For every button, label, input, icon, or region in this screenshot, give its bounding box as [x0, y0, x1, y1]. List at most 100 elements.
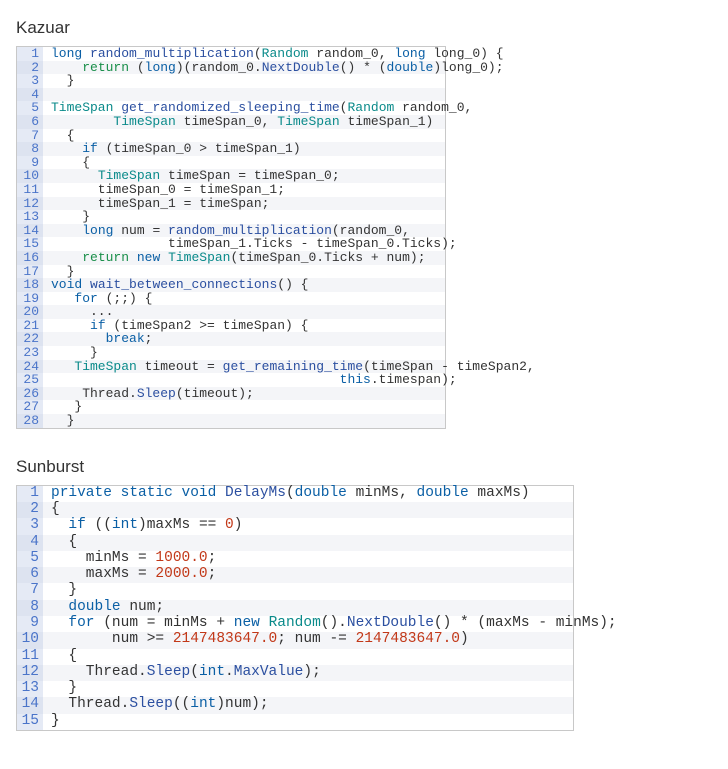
code-line: 1long random_multiplication(Random rando… [17, 47, 445, 61]
code-line: 7 { [17, 129, 445, 143]
code-line: 26 Thread.Sleep(timeout); [17, 387, 445, 401]
code-line: 4 [17, 88, 445, 102]
line-number: 13 [17, 681, 43, 697]
code-content: Thread.Sleep((int)num); [43, 697, 573, 713]
line-number: 20 [17, 305, 43, 319]
code-content: timeSpan_0 = timeSpan_1; [43, 183, 445, 197]
code-line: 20 ... [17, 305, 445, 319]
code-content: double num; [43, 600, 573, 616]
code-line: 12 Thread.Sleep(int.MaxValue); [17, 665, 573, 681]
code-line: 3 if ((int)maxMs == 0) [17, 518, 573, 534]
code-line: 19 for (;;) { [17, 292, 445, 306]
code-line: 13 } [17, 681, 573, 697]
code-content: minMs = 1000.0; [43, 551, 573, 567]
code-line: 15 timeSpan_1.Ticks - timeSpan_0.Ticks); [17, 237, 445, 251]
code-content: num >= 2147483647.0; num -= 2147483647.0… [43, 632, 573, 648]
code-content: long num = random_multiplication(random_… [43, 224, 445, 238]
code-content: TimeSpan timeout = get_remaining_time(ti… [43, 360, 447, 374]
line-number: 28 [17, 414, 43, 428]
code-content: private static void DelayMs(double minMs… [43, 486, 573, 502]
code-content: for (num = minMs + new Random().NextDoub… [43, 616, 575, 632]
line-number: 5 [17, 101, 43, 115]
code-line: 8 if (timeSpan_0 > timeSpan_1) [17, 142, 445, 156]
line-number: 10 [17, 632, 43, 648]
line-number: 12 [17, 665, 43, 681]
line-number: 23 [17, 346, 43, 360]
line-number: 3 [17, 74, 43, 88]
line-number: 4 [17, 88, 43, 102]
code-content: { [43, 156, 445, 170]
code-line: 11 { [17, 649, 573, 665]
code-content [43, 88, 445, 102]
code-content: timeSpan_1.Ticks - timeSpan_0.Ticks); [43, 237, 447, 251]
code-content: this.timespan); [43, 373, 447, 387]
code-line: 17 } [17, 265, 445, 279]
line-number: 1 [17, 47, 43, 61]
code-line: 12 timeSpan_1 = timeSpan; [17, 197, 445, 211]
line-number: 14 [17, 697, 43, 713]
code-line: 25 this.timespan); [17, 373, 445, 387]
code-content: break; [43, 332, 445, 346]
line-number: 13 [17, 210, 43, 224]
code-line: 6 TimeSpan timeSpan_0, TimeSpan timeSpan… [17, 115, 445, 129]
code-content: { [43, 649, 573, 665]
code-content: } [43, 265, 445, 279]
code-content: if (timeSpan2 >= timeSpan) { [43, 319, 445, 333]
code-line: 3 } [17, 74, 445, 88]
code-content: } [43, 414, 445, 428]
line-number: 24 [17, 360, 43, 374]
line-number: 5 [17, 551, 43, 567]
code-content: } [43, 210, 445, 224]
code-content: { [43, 502, 573, 518]
line-number: 6 [17, 567, 43, 583]
code-line: 11 timeSpan_0 = timeSpan_1; [17, 183, 445, 197]
code-line: 23 } [17, 346, 445, 360]
code-content: TimeSpan timeSpan_0, TimeSpan timeSpan_1… [43, 115, 445, 129]
code-line: 5 minMs = 1000.0; [17, 551, 573, 567]
code-line: 15} [17, 714, 573, 730]
line-number: 17 [17, 265, 43, 279]
code-content: ... [43, 305, 445, 319]
code-line: 22 break; [17, 332, 445, 346]
sunburst-code-block: 1private static void DelayMs(double minM… [16, 485, 574, 731]
line-number: 3 [17, 518, 43, 534]
code-line: 10 num >= 2147483647.0; num -= 214748364… [17, 632, 573, 648]
line-number: 11 [17, 183, 43, 197]
code-content: return new TimeSpan(timeSpan_0.Ticks + n… [43, 251, 445, 265]
line-number: 11 [17, 649, 43, 665]
code-line: 4 { [17, 535, 573, 551]
code-line: 28 } [17, 414, 445, 428]
line-number: 9 [17, 156, 43, 170]
code-content: TimeSpan get_randomized_sleeping_time(Ra… [43, 101, 447, 115]
code-line: 14 long num = random_multiplication(rand… [17, 224, 445, 238]
code-line: 10 TimeSpan timeSpan = timeSpan_0; [17, 169, 445, 183]
code-content: maxMs = 2000.0; [43, 567, 573, 583]
code-content: return (long)(random_0.NextDouble() * (d… [43, 61, 447, 75]
line-number: 8 [17, 600, 43, 616]
line-number: 2 [17, 502, 43, 518]
code-content: TimeSpan timeSpan = timeSpan_0; [43, 169, 445, 183]
code-line: 7 } [17, 583, 573, 599]
line-number: 1 [17, 486, 43, 502]
code-line: 27 } [17, 400, 445, 414]
code-content: if ((int)maxMs == 0) [43, 518, 573, 534]
code-content: if (timeSpan_0 > timeSpan_1) [43, 142, 445, 156]
code-line: 9 { [17, 156, 445, 170]
code-line: 14 Thread.Sleep((int)num); [17, 697, 573, 713]
line-number: 14 [17, 224, 43, 238]
code-line: 1private static void DelayMs(double minM… [17, 486, 573, 502]
code-content: { [43, 129, 445, 143]
line-number: 7 [17, 583, 43, 599]
kazuar-code-block: 1long random_multiplication(Random rando… [16, 46, 446, 429]
code-content: timeSpan_1 = timeSpan; [43, 197, 445, 211]
line-number: 22 [17, 332, 43, 346]
code-line: 2{ [17, 502, 573, 518]
line-number: 26 [17, 387, 43, 401]
line-number: 25 [17, 373, 43, 387]
sunburst-section: Sunburst 1private static void DelayMs(do… [16, 457, 712, 755]
line-number: 16 [17, 251, 43, 265]
line-number: 19 [17, 292, 43, 306]
line-number: 15 [17, 237, 43, 251]
code-content: } [43, 400, 445, 414]
code-line: 21 if (timeSpan2 >= timeSpan) { [17, 319, 445, 333]
